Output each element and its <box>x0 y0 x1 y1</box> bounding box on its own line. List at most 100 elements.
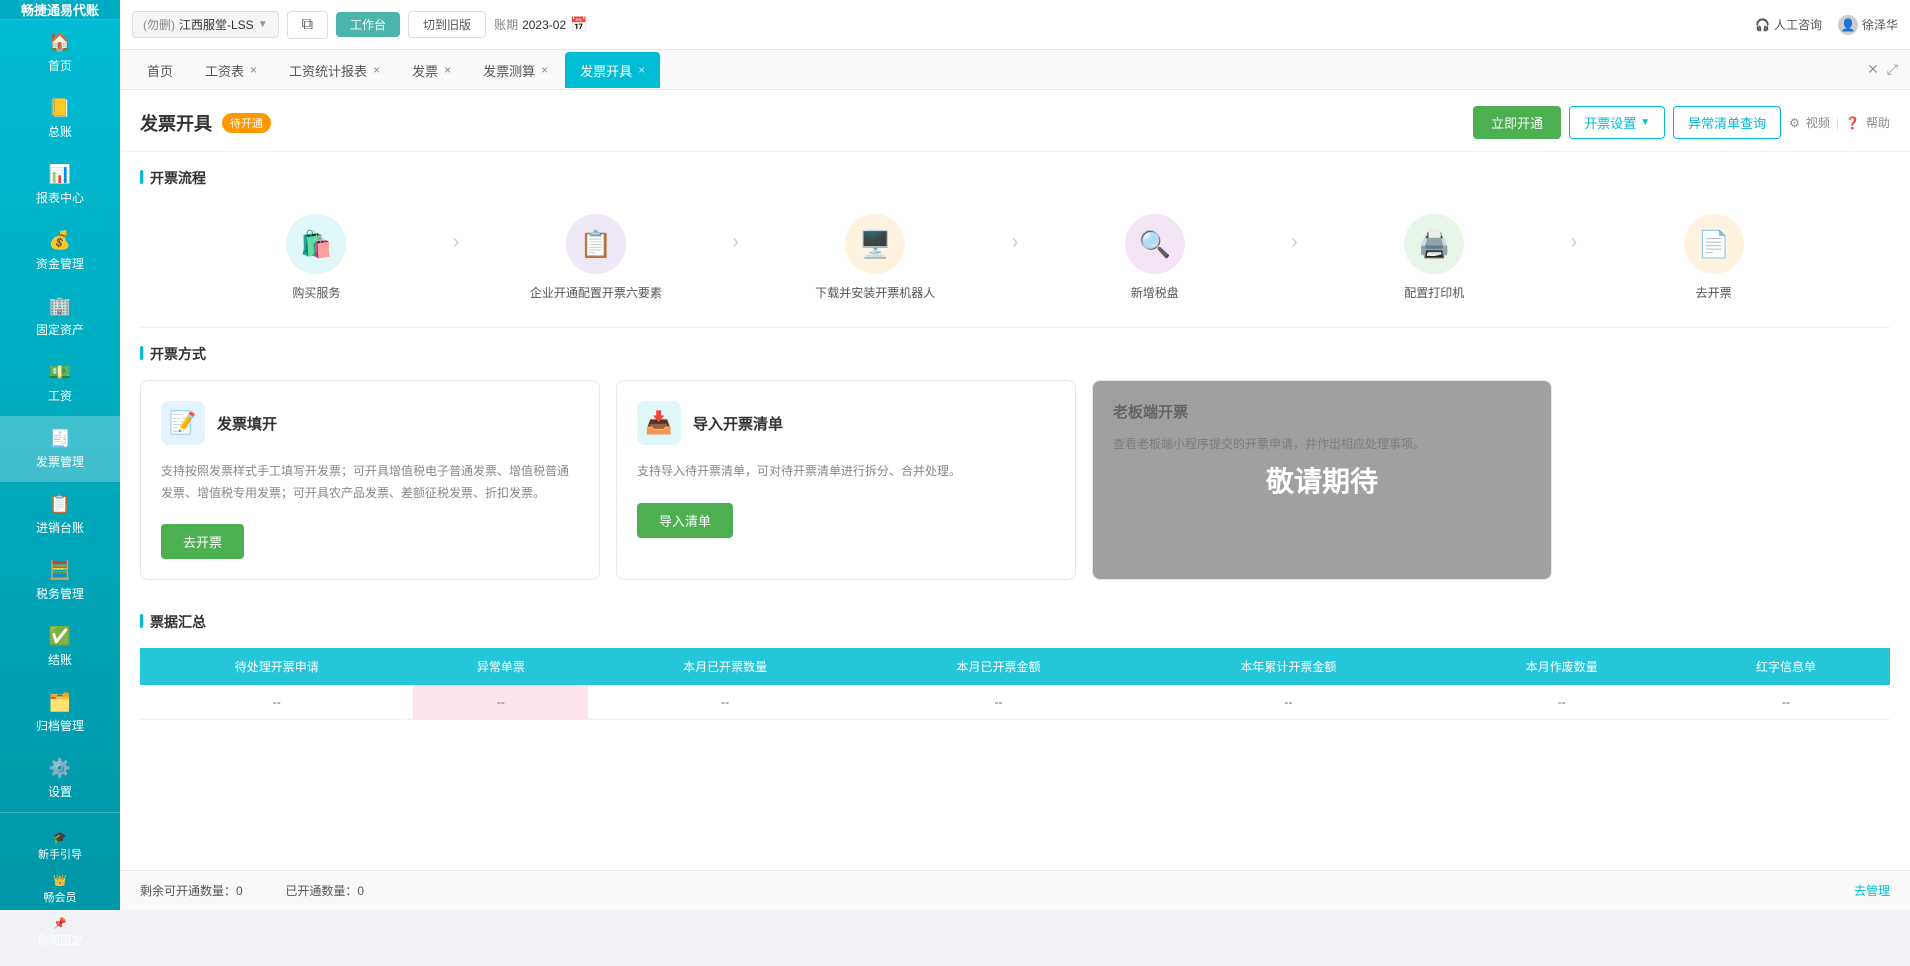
import-list-button[interactable]: 导入清单 <box>637 503 733 538</box>
fill-invoice-card: 📝 发票填开 支持按照发票样式手工填写开发票；可开具增值税电子普通发票、增值税普… <box>140 380 600 580</box>
flow-arrow-1: › <box>732 231 739 254</box>
boss-invoice-card: 老板端开票 查看老板端小程序提交的开票申请，并作出相应处理事项。 敬请期待 <box>1092 380 1552 580</box>
method-section: 开票方式 📝 发票填开 支持按照发票样式手工填写开发票；可开具增值税电子普通发票… <box>120 328 1910 612</box>
summary-table-header: 异常单票 <box>413 648 588 685</box>
tab-invoice-open[interactable]: 发票开具× <box>565 52 660 88</box>
sidebar-item-salary[interactable]: 💵工资 <box>0 350 120 416</box>
sidebar-item-home[interactable]: 🏠首页 <box>0 20 120 86</box>
summary-table-cell: -- <box>862 685 1135 720</box>
workstation-button[interactable]: 工作台 <box>336 12 400 37</box>
sidebar-item-archive[interactable]: 🗂️归档管理 <box>0 680 120 746</box>
flow-step-icon-config-printer: 🖨️ <box>1404 214 1464 274</box>
flow-steps: 🛍️ 购买服务 › 📋 企业开通配置开票六要素 › 🖥️ 下载并安装开票机器人 … <box>140 204 1890 311</box>
immediate-open-button[interactable]: 立即开通 <box>1473 106 1561 139</box>
sidebar-item-reports[interactable]: 📊报表中心 <box>0 152 120 218</box>
tabbar-actions: ✕ ⤢ <box>1867 61 1898 78</box>
tab-salary[interactable]: 工资表× <box>190 52 272 88</box>
summary-table-cell: -- <box>1135 685 1441 720</box>
sidebar-item-general-ledger[interactable]: 📒总账 <box>0 86 120 152</box>
sidebar-item-invoice-mgmt[interactable]: 🧾发票管理 <box>0 416 120 482</box>
flow-arrow-3: › <box>1291 231 1298 254</box>
flow-arrow-4: › <box>1571 231 1578 254</box>
go-open-invoice-button[interactable]: 去开票 <box>161 524 244 559</box>
sidebar-item-member[interactable]: 👑畅会员 <box>0 868 120 911</box>
app-logo: 畅捷通易代账 <box>0 0 120 20</box>
settings-dropdown-icon: ▼ <box>1640 117 1650 128</box>
tab-invoice[interactable]: 发票× <box>397 52 466 88</box>
flow-step-icon-buy-service: 🛍️ <box>286 214 346 274</box>
copy-button[interactable]: ⧉ <box>287 11 328 39</box>
service-button[interactable]: 🎧 人工咨询 <box>1755 16 1822 33</box>
import-card-desc: 支持导入待开票清单，可对待开票清单进行拆分、合并处理。 <box>637 461 1055 483</box>
sidebar-item-tax-mgmt[interactable]: 🧮税务管理 <box>0 548 120 614</box>
main-area: (勿删) 江西服堂-LSS ▼ ⧉ 工作台 切到旧版 账期 2023-02 📅 … <box>120 0 1910 910</box>
restore-icon[interactable]: ⤢ <box>1887 61 1898 78</box>
fill-icon: 📝 <box>161 401 205 445</box>
summary-section-title: 票据汇总 <box>140 612 1890 632</box>
sidebar-item-settlement[interactable]: ✅结账 <box>0 614 120 680</box>
topbar-right: 🎧 人工咨询 👤 徐泽华 <box>1755 15 1898 35</box>
flow-step-icon-open-invoice: 📄 <box>1684 214 1744 274</box>
close-all-icon[interactable]: ✕ <box>1867 61 1879 78</box>
sidebar-item-new-guide[interactable]: 🎓新手引导 <box>0 825 120 868</box>
help-actions: ⚙ 视频 | ❓ 帮助 <box>1789 114 1890 131</box>
summary-table-header: 本月已开票金额 <box>862 648 1135 685</box>
manage-link[interactable]: 去管理 <box>1854 882 1890 899</box>
import-icon: 📥 <box>637 401 681 445</box>
flow-step-label-buy-service: 购买服务 <box>292 284 340 301</box>
sidebar-pin[interactable]: 📌 取消固定 <box>0 911 120 954</box>
sidebar-bottom: 🎓新手引导👑畅会员 📌 取消固定 <box>0 812 120 966</box>
sidebar-item-fixed-assets[interactable]: 🏢固定资产 <box>0 284 120 350</box>
sidebar: 畅捷通易代账 🏠首页📒总账📊报表中心💰资金管理🏢固定资产💵工资🧾发票管理📋进销台… <box>0 0 120 910</box>
page-title-area: 发票开具 待开通 <box>140 110 271 136</box>
tab-close-invoice-calc[interactable]: × <box>541 63 548 77</box>
flow-step-new-taxbox: 🔍 新增税盘 <box>1018 214 1291 301</box>
flow-section: 开票流程 🛍️ 购买服务 › 📋 企业开通配置开票六要素 › 🖥️ 下载并安装开… <box>120 152 1910 327</box>
footer-info: 剩余可开通数量：0 已开通数量：0 <box>140 882 364 899</box>
user-profile[interactable]: 👤 徐泽华 <box>1838 15 1898 35</box>
status-badge: 待开通 <box>222 113 271 133</box>
flow-step-icon-download: 🖥️ <box>845 214 905 274</box>
page-header: 发票开具 待开通 立即开通 开票设置 ▼ 异常清单查询 ⚙ 视频 | ❓ 帮助 <box>120 90 1910 152</box>
summary-table-cell: -- <box>1442 685 1683 720</box>
summary-table-header: 本年累计开票金额 <box>1135 648 1441 685</box>
sidebar-item-funds[interactable]: 💰资金管理 <box>0 218 120 284</box>
tab-close-salary[interactable]: × <box>250 63 257 77</box>
flow-section-title: 开票流程 <box>140 168 1890 188</box>
flow-step-label-open-invoice: 去开票 <box>1696 284 1732 301</box>
import-invoice-card: 📥 导入开票清单 支持导入待开票清单，可对待开票清单进行拆分、合并处理。 导入清… <box>616 380 1076 580</box>
flow-step-download: 🖥️ 下载并安装开票机器人 <box>739 214 1012 301</box>
flow-step-label-config-printer: 配置打印机 <box>1404 284 1464 301</box>
flow-arrow-0: › <box>453 231 460 254</box>
company-selector[interactable]: (勿删) 江西服堂-LSS ▼ <box>132 11 279 38</box>
abnormal-query-button[interactable]: 异常清单查询 <box>1673 106 1781 139</box>
page-actions: 立即开通 开票设置 ▼ 异常清单查询 ⚙ 视频 | ❓ 帮助 <box>1473 106 1890 139</box>
old-version-button[interactable]: 切到旧版 <box>408 11 486 38</box>
tab-salary-report[interactable]: 工资统计报表× <box>274 52 395 88</box>
tabbar: 首页工资表×工资统计报表×发票×发票测算×发票开具× ✕ ⤢ <box>120 50 1910 90</box>
summary-table-cell: -- <box>413 685 588 720</box>
period-selector[interactable]: 账期 2023-02 📅 <box>494 16 588 33</box>
boss-card-overlay: 敬请期待 <box>1093 381 1551 579</box>
flow-arrow-2: › <box>1012 231 1019 254</box>
tab-invoice-calc[interactable]: 发票测算× <box>468 52 563 88</box>
footer-bar: 剩余可开通数量：0 已开通数量：0 去管理 <box>120 870 1910 910</box>
flow-step-open-invoice: 📄 去开票 <box>1577 214 1850 301</box>
tab-close-invoice-open[interactable]: × <box>638 63 645 77</box>
boss-card-overlay-text: 敬请期待 <box>1266 460 1378 500</box>
open-settings-button[interactable]: 开票设置 ▼ <box>1569 106 1665 139</box>
summary-table: 待处理开票申请异常单票本月已开票数量本月已开票金额本年累计开票金额本月作废数量红… <box>140 648 1890 720</box>
summary-table-cell: -- <box>1682 685 1890 720</box>
sidebar-item-settings[interactable]: ⚙️设置 <box>0 746 120 812</box>
topbar: (勿删) 江西服堂-LSS ▼ ⧉ 工作台 切到旧版 账期 2023-02 📅 … <box>120 0 1910 50</box>
tab-home[interactable]: 首页 <box>132 52 188 88</box>
summary-table-cell: -- <box>588 685 861 720</box>
flow-step-buy-service: 🛍️ 购买服务 <box>180 214 453 301</box>
method-cards: 📝 发票填开 支持按照发票样式手工填写开发票；可开具增值税电子普通发票、增值税普… <box>140 380 1890 596</box>
tab-close-invoice[interactable]: × <box>444 63 451 77</box>
content-area: 发票开具 待开通 立即开通 开票设置 ▼ 异常清单查询 ⚙ 视频 | ❓ 帮助 <box>120 90 1910 870</box>
tab-close-salary-report[interactable]: × <box>373 63 380 77</box>
sidebar-item-purchase-sales[interactable]: 📋进销台账 <box>0 482 120 548</box>
summary-table-header: 本月作废数量 <box>1442 648 1683 685</box>
fill-card-title: 发票填开 <box>217 413 277 434</box>
